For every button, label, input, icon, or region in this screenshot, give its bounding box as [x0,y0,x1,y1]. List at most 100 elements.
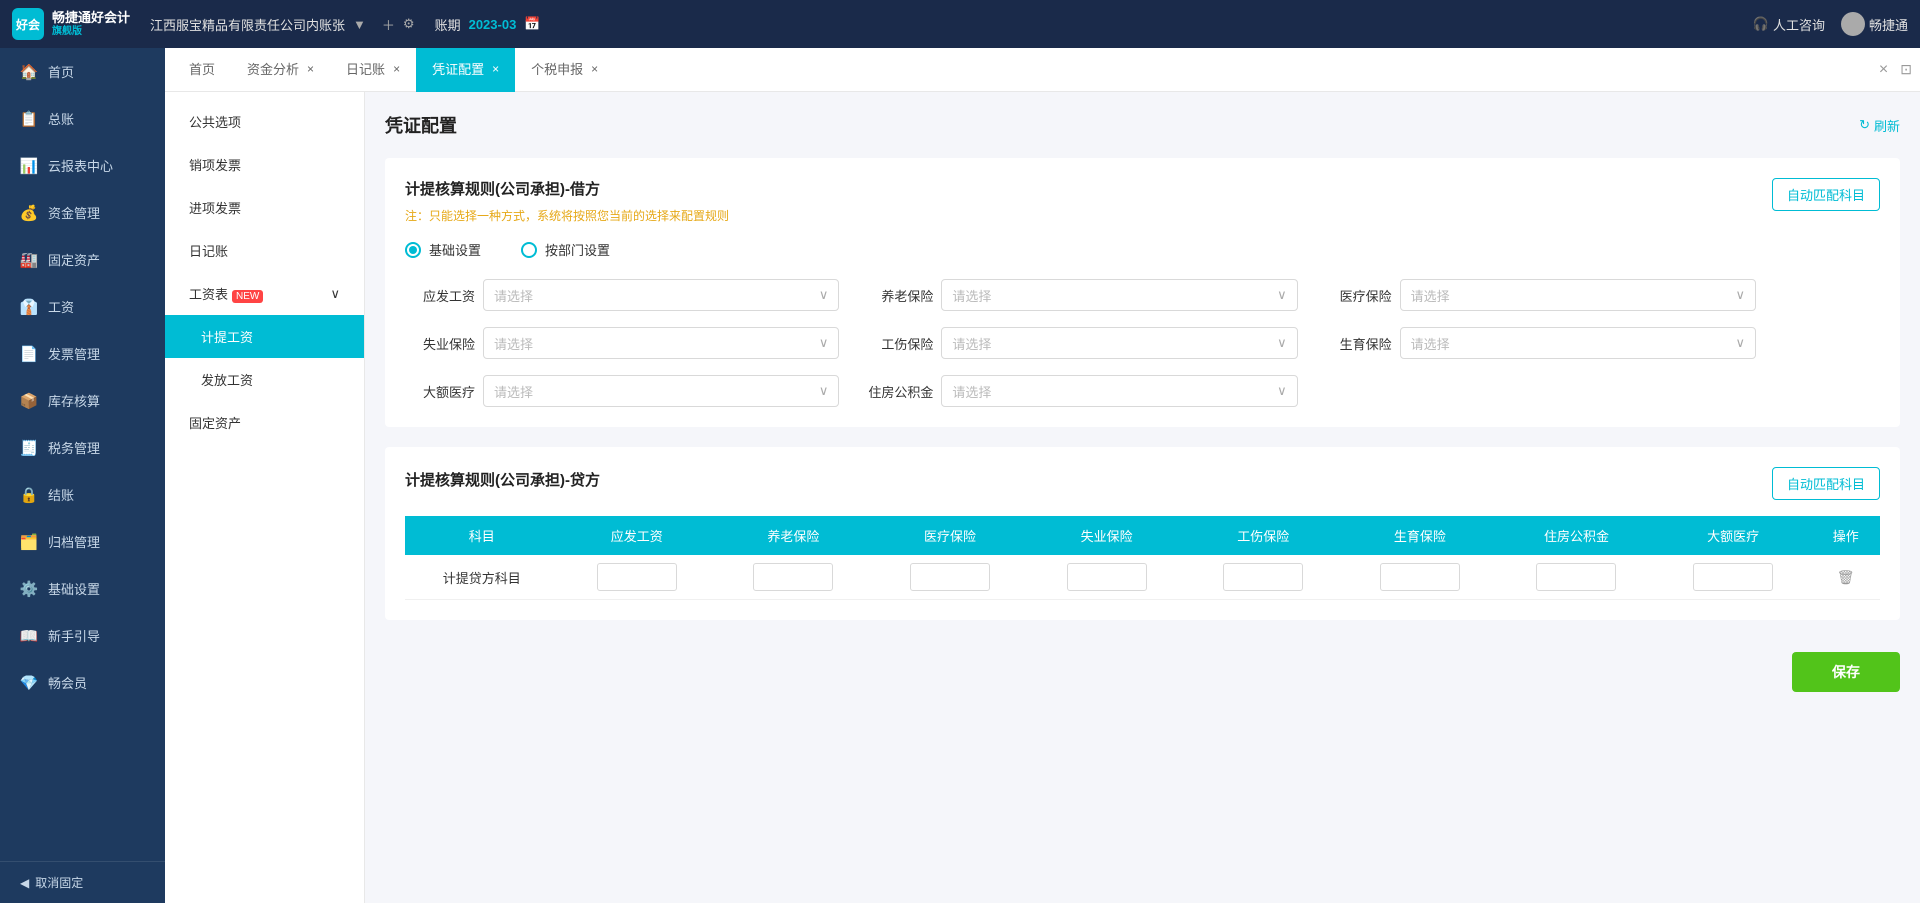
field-ylbx-label: 养老保险 [863,286,933,305]
sidebar-item-ledger[interactable]: 📋 总账 [0,95,165,142]
left-nav-accrue[interactable]: 计提工资 [165,315,364,358]
left-nav-journal[interactable]: 日记账 [165,229,364,272]
credit-auto-match-button[interactable]: 自动匹配科目 [1772,467,1880,500]
left-nav-salary-table-header[interactable]: 工资表NEW ∨ [165,272,364,315]
sidebar-item-guide[interactable]: 📖 新手引导 [0,612,165,659]
row-gsbx-cell [1185,555,1342,600]
credit-title: 计提核算规则(公司承担)-贷方 [405,469,600,490]
headset-icon: 🎧 [1753,16,1769,32]
left-nav-fixed-assets[interactable]: 固定资产 [165,401,364,444]
row-zfgjj-input[interactable] [1536,563,1616,591]
sidebar-item-assets[interactable]: 🏭 固定资产 [0,236,165,283]
field-ylbx2-placeholder: 请选择 [1411,286,1450,305]
sidebar-item-invoice[interactable]: 📄 发票管理 [0,330,165,377]
sidebar-item-archive[interactable]: 🗂️ 归档管理 [0,518,165,565]
field-yfgz-select[interactable]: 请选择 ∨ [483,279,839,311]
tab-home[interactable]: 首页 [173,48,231,92]
field-sybx-chevron-icon: ∨ [819,335,829,351]
field-ylbx2-label: 医疗保险 [1322,286,1392,305]
row-sybx-input[interactable] [1067,563,1147,591]
radio-basic-circle [405,242,421,258]
radio-dept[interactable]: 按部门设置 [521,240,610,259]
row-ylbx-input[interactable] [753,563,833,591]
maximize-icon[interactable]: ⊡ [1900,61,1912,78]
left-nav-purchase[interactable]: 进项发票 [165,186,364,229]
calendar-icon[interactable]: 📅 [524,16,540,32]
radio-basic[interactable]: 基础设置 [405,240,481,259]
col-gsbx: 工伤保险 [1185,516,1342,555]
sidebar-item-close[interactable]: 🔒 结账 [0,471,165,518]
tab-tax[interactable]: 个税申报 × [515,48,614,92]
sidebar-item-report[interactable]: 📊 云报表中心 [0,142,165,189]
credit-section: 计提核算规则(公司承担)-贷方 自动匹配科目 科目 应发工资 养老保险 医疗保险 [385,447,1900,620]
field-gsbx-label: 工伤保险 [863,334,933,353]
left-nav-salary-group: 工资表NEW ∨ 计提工资 发放工资 [165,272,364,401]
unpin-button[interactable]: ◀ 取消固定 [0,861,165,903]
field-dely-select[interactable]: 请选择 ∨ [483,375,839,407]
inventory-icon: 📦 [20,392,38,410]
field-zfgjj-placeholder: 请选择 [952,382,991,401]
field-gsbx-select[interactable]: 请选择 ∨ [941,327,1297,359]
field-zfgjj-select[interactable]: 请选择 ∨ [941,375,1297,407]
field-ylbx-chevron-icon: ∨ [1277,287,1287,303]
main-layout: 🏠 首页 📋 总账 📊 云报表中心 💰 资金管理 🏭 固定资产 👔 工资 📄 发… [0,48,1920,903]
close-window-icon[interactable]: × [1879,61,1888,79]
field-gsbx-placeholder: 请选择 [952,334,991,353]
salary-table-chevron-icon[interactable]: ∨ [330,286,340,302]
field-yfgz-placeholder: 请选择 [494,286,533,305]
tab-journal-close-icon[interactable]: × [393,62,400,76]
tab-funds-close-icon[interactable]: × [307,62,314,76]
field-ylbx-select[interactable]: 请选择 ∨ [941,279,1297,311]
tab-voucher-config[interactable]: 凭证配置 × [416,48,515,92]
tab-journal[interactable]: 日记账 × [330,48,416,92]
debit-section: 计提核算规则(公司承担)-借方 注：只能选择一种方式，系统将按照您当前的选择来配… [385,158,1900,427]
save-button[interactable]: 保存 [1792,652,1900,692]
row-sybx2-input[interactable] [1380,563,1460,591]
row-gsbx-input[interactable] [1223,563,1303,591]
tab-funds-analysis[interactable]: 资金分析 × [231,48,330,92]
app-edition: 旗舰版 [52,26,130,38]
credit-header: 计提核算规则(公司承担)-贷方 自动匹配科目 [405,467,1880,500]
sidebar-label-invoice: 发票管理 [48,344,100,363]
left-nav-public[interactable]: 公共选项 [165,100,364,143]
content-area: 首页 资金分析 × 日记账 × 凭证配置 × 个税申报 × × ⊡ [165,48,1920,903]
sidebar-item-vip[interactable]: 💎 畅会员 [0,659,165,706]
field-sybx-label: 失业保险 [405,334,475,353]
topbar-right: 🎧 人工咨询 畅捷通 [1753,12,1908,36]
row-delete-icon[interactable]: 🗑 [1837,569,1855,585]
sidebar-item-funds[interactable]: 💰 资金管理 [0,189,165,236]
debit-auto-match-button[interactable]: 自动匹配科目 [1772,178,1880,211]
user-menu[interactable]: 畅捷通 [1841,12,1908,36]
company-selector[interactable]: 江西服宝精品有限责任公司内账张 ▼ ＋ ⚙ 账期 2023-03 📅 [150,15,1753,34]
row-dely-input[interactable] [1693,563,1773,591]
sidebar-item-tax[interactable]: 🧾 税务管理 [0,424,165,471]
field-dely-placeholder: 请选择 [494,382,533,401]
sidebar-item-home[interactable]: 🏠 首页 [0,48,165,95]
tab-tax-close-icon[interactable]: × [591,62,598,76]
user-avatar [1841,12,1865,36]
field-sybx2-select[interactable]: 请选择 ∨ [1400,327,1756,359]
field-sybx: 失业保险 请选择 ∨ [405,327,839,359]
add-company-icon[interactable]: ＋ [382,15,395,34]
service-button[interactable]: 🎧 人工咨询 [1753,15,1825,34]
row-ylbx2-input[interactable] [910,563,990,591]
sidebar-item-inventory[interactable]: 📦 库存核算 [0,377,165,424]
home-icon: 🏠 [20,63,38,81]
left-nav-sales[interactable]: 销项发票 [165,143,364,186]
row-yfgz-input[interactable] [597,563,677,591]
main-panel: 凭证配置 ↻ 刷新 计提核算规则(公司承担)-借方 注：只能选择一种方式，系统将… [365,92,1920,903]
col-sybx: 失业保险 [1028,516,1185,555]
field-sybx2: 生育保险 请选择 ∨ [1322,327,1756,359]
sidebar-item-salary[interactable]: 👔 工资 [0,283,165,330]
field-yfgz-chevron-icon: ∨ [819,287,829,303]
tab-voucher-close-icon[interactable]: × [492,62,499,76]
company-name: 江西服宝精品有限责任公司内账张 [150,15,345,34]
settings-icon[interactable]: ⚙ [403,16,415,32]
field-sybx-select[interactable]: 请选择 ∨ [483,327,839,359]
field-ylbx2-select[interactable]: 请选择 ∨ [1400,279,1756,311]
sidebar-item-settings[interactable]: ⚙️ 基础设置 [0,565,165,612]
left-nav-pay[interactable]: 发放工资 [165,358,364,401]
refresh-button[interactable]: ↻ 刷新 [1859,116,1900,135]
left-nav-public-label: 公共选项 [189,115,241,130]
company-chevron-icon[interactable]: ▼ [353,17,366,32]
